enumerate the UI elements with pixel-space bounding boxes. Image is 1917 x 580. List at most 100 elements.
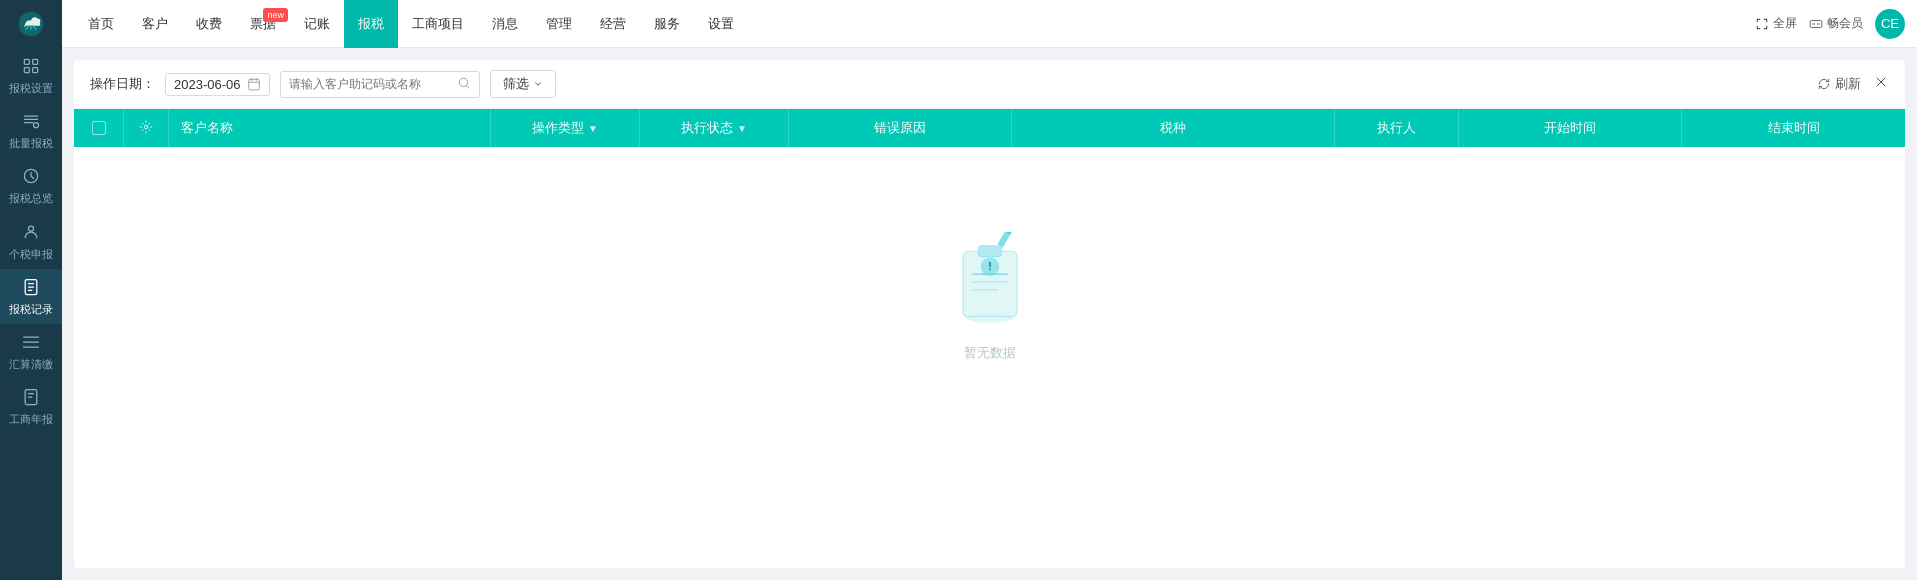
search-wrap xyxy=(280,71,480,98)
col-label: 客户名称 xyxy=(181,120,233,135)
nav-item-settings[interactable]: 设置 xyxy=(694,0,748,48)
svg-rect-2 xyxy=(33,59,38,64)
th-start-time: 开始时间 xyxy=(1458,109,1681,147)
nav-right: 全屏 畅会员 CE xyxy=(1755,9,1905,39)
col-label: 错误原因 xyxy=(874,120,926,135)
content-panel: 操作日期： 2023-06-06 筛选 xyxy=(74,60,1905,568)
col-label: 税种 xyxy=(1160,120,1186,135)
new-badge: new xyxy=(263,8,288,23)
svg-point-5 xyxy=(34,123,39,128)
empty-state: ! 暂无数据 xyxy=(74,147,1905,447)
sidebar-item-label: 批量报税 xyxy=(9,137,53,150)
data-table: 客户名称 操作类型 ▼ 执行状态 ▼ 错误原因 xyxy=(74,109,1905,147)
nav-item-home[interactable]: 首页 xyxy=(74,0,128,48)
sidebar-item-label: 报税记录 xyxy=(9,303,53,316)
nav-label: 记账 xyxy=(304,15,330,33)
nav-label: 管理 xyxy=(546,15,572,33)
nav-label: 收费 xyxy=(196,15,222,33)
main-area: 首页 客户 收费 票据 new 记账 报税 工商项目 消息 xyxy=(62,0,1917,580)
nav-items: 首页 客户 收费 票据 new 记账 报税 工商项目 消息 xyxy=(74,0,1755,48)
sidebar-item-tax-record[interactable]: 报税记录 xyxy=(0,269,62,324)
th-executor: 执行人 xyxy=(1334,109,1458,147)
chevron-down-icon xyxy=(533,79,543,89)
svg-rect-10 xyxy=(1810,20,1822,27)
refresh-icon xyxy=(1817,77,1831,91)
tax-settings-icon xyxy=(21,56,41,79)
personal-tax-icon xyxy=(21,222,41,245)
nav-label: 报税 xyxy=(358,15,384,33)
th-exec-status: 执行状态 ▼ xyxy=(640,109,789,147)
fullscreen-btn[interactable]: 全屏 xyxy=(1755,15,1797,32)
svg-rect-3 xyxy=(24,68,29,73)
nav-label: 首页 xyxy=(88,15,114,33)
sidebar-item-batch-tax[interactable]: 批量报税 xyxy=(0,103,62,158)
batch-tax-icon xyxy=(21,111,41,134)
filter-bar: 操作日期： 2023-06-06 筛选 xyxy=(74,60,1905,109)
nav-item-tax[interactable]: 报税 xyxy=(344,0,398,48)
member-btn[interactable]: 畅会员 xyxy=(1809,15,1863,32)
calendar-icon xyxy=(247,77,261,91)
filter-icon[interactable]: ▼ xyxy=(737,123,747,134)
avatar-text: CE xyxy=(1881,16,1899,31)
nav-label: 设置 xyxy=(708,15,734,33)
close-icon xyxy=(1873,74,1889,90)
sidebar-item-label: 报税设置 xyxy=(9,82,53,95)
empty-illustration: ! xyxy=(940,232,1040,332)
filter-button[interactable]: 筛选 xyxy=(490,70,556,98)
refresh-label: 刷新 xyxy=(1835,75,1861,93)
nav-item-account[interactable]: 记账 xyxy=(290,0,344,48)
member-icon xyxy=(1809,17,1823,31)
col-label: 执行状态 xyxy=(681,120,733,135)
close-button[interactable] xyxy=(1873,74,1889,94)
nav-item-management[interactable]: 管理 xyxy=(532,0,586,48)
sidebar-item-personal-tax[interactable]: 个税申报 xyxy=(0,214,62,269)
nav-item-service[interactable]: 服务 xyxy=(640,0,694,48)
sidebar-item-label: 汇算清缴 xyxy=(9,358,53,371)
nav-label: 服务 xyxy=(654,15,680,33)
tax-record-icon xyxy=(21,277,41,300)
svg-rect-1 xyxy=(24,59,29,64)
settlement-icon xyxy=(21,332,41,355)
th-end-time: 结束时间 xyxy=(1682,109,1905,147)
annual-report-icon xyxy=(21,387,41,410)
col-label: 执行人 xyxy=(1377,120,1416,135)
svg-point-24 xyxy=(966,314,1012,323)
th-tax-type: 税种 xyxy=(1012,109,1335,147)
fullscreen-label: 全屏 xyxy=(1773,15,1797,32)
member-label: 畅会员 xyxy=(1827,15,1863,32)
svg-point-12 xyxy=(459,78,467,86)
sidebar-item-settlement[interactable]: 汇算清缴 xyxy=(0,324,62,379)
nav-item-operation[interactable]: 经营 xyxy=(586,0,640,48)
th-customer-name: 客户名称 xyxy=(168,109,491,147)
sidebar-item-tax-overview[interactable]: 报税总览 xyxy=(0,158,62,213)
sidebar-item-label: 报税总览 xyxy=(9,192,53,205)
gear-icon[interactable] xyxy=(139,120,153,134)
search-button[interactable] xyxy=(449,72,479,97)
right-actions: 刷新 xyxy=(1817,74,1889,94)
tax-overview-icon xyxy=(21,166,41,189)
sidebar-item-label: 工商年报 xyxy=(9,413,53,426)
date-label: 操作日期： xyxy=(90,75,155,93)
nav-item-message[interactable]: 消息 xyxy=(478,0,532,48)
svg-point-13 xyxy=(144,125,148,129)
select-all-checkbox[interactable] xyxy=(92,121,106,135)
sidebar-item-tax-settings[interactable]: 报税设置 xyxy=(0,48,62,103)
col-label: 开始时间 xyxy=(1544,120,1596,135)
sidebar-item-annual-report[interactable]: 工商年报 xyxy=(0,379,62,434)
filter-icon[interactable]: ▼ xyxy=(588,123,598,134)
th-error-reason: 错误原因 xyxy=(789,109,1012,147)
search-input[interactable] xyxy=(281,73,449,95)
nav-item-customer[interactable]: 客户 xyxy=(128,0,182,48)
user-avatar[interactable]: CE xyxy=(1875,9,1905,39)
nav-item-billing[interactable]: 收费 xyxy=(182,0,236,48)
refresh-button[interactable]: 刷新 xyxy=(1817,75,1861,93)
date-picker[interactable]: 2023-06-06 xyxy=(165,73,270,96)
nav-item-industry[interactable]: 工商项目 xyxy=(398,0,478,48)
svg-rect-21 xyxy=(997,232,1011,248)
svg-point-7 xyxy=(29,226,34,231)
empty-text: 暂无数据 xyxy=(964,344,1016,362)
svg-rect-11 xyxy=(248,79,259,90)
nav-item-invoice[interactable]: 票据 new xyxy=(236,0,290,48)
nav-label: 经营 xyxy=(600,15,626,33)
col-label: 操作类型 xyxy=(532,120,584,135)
